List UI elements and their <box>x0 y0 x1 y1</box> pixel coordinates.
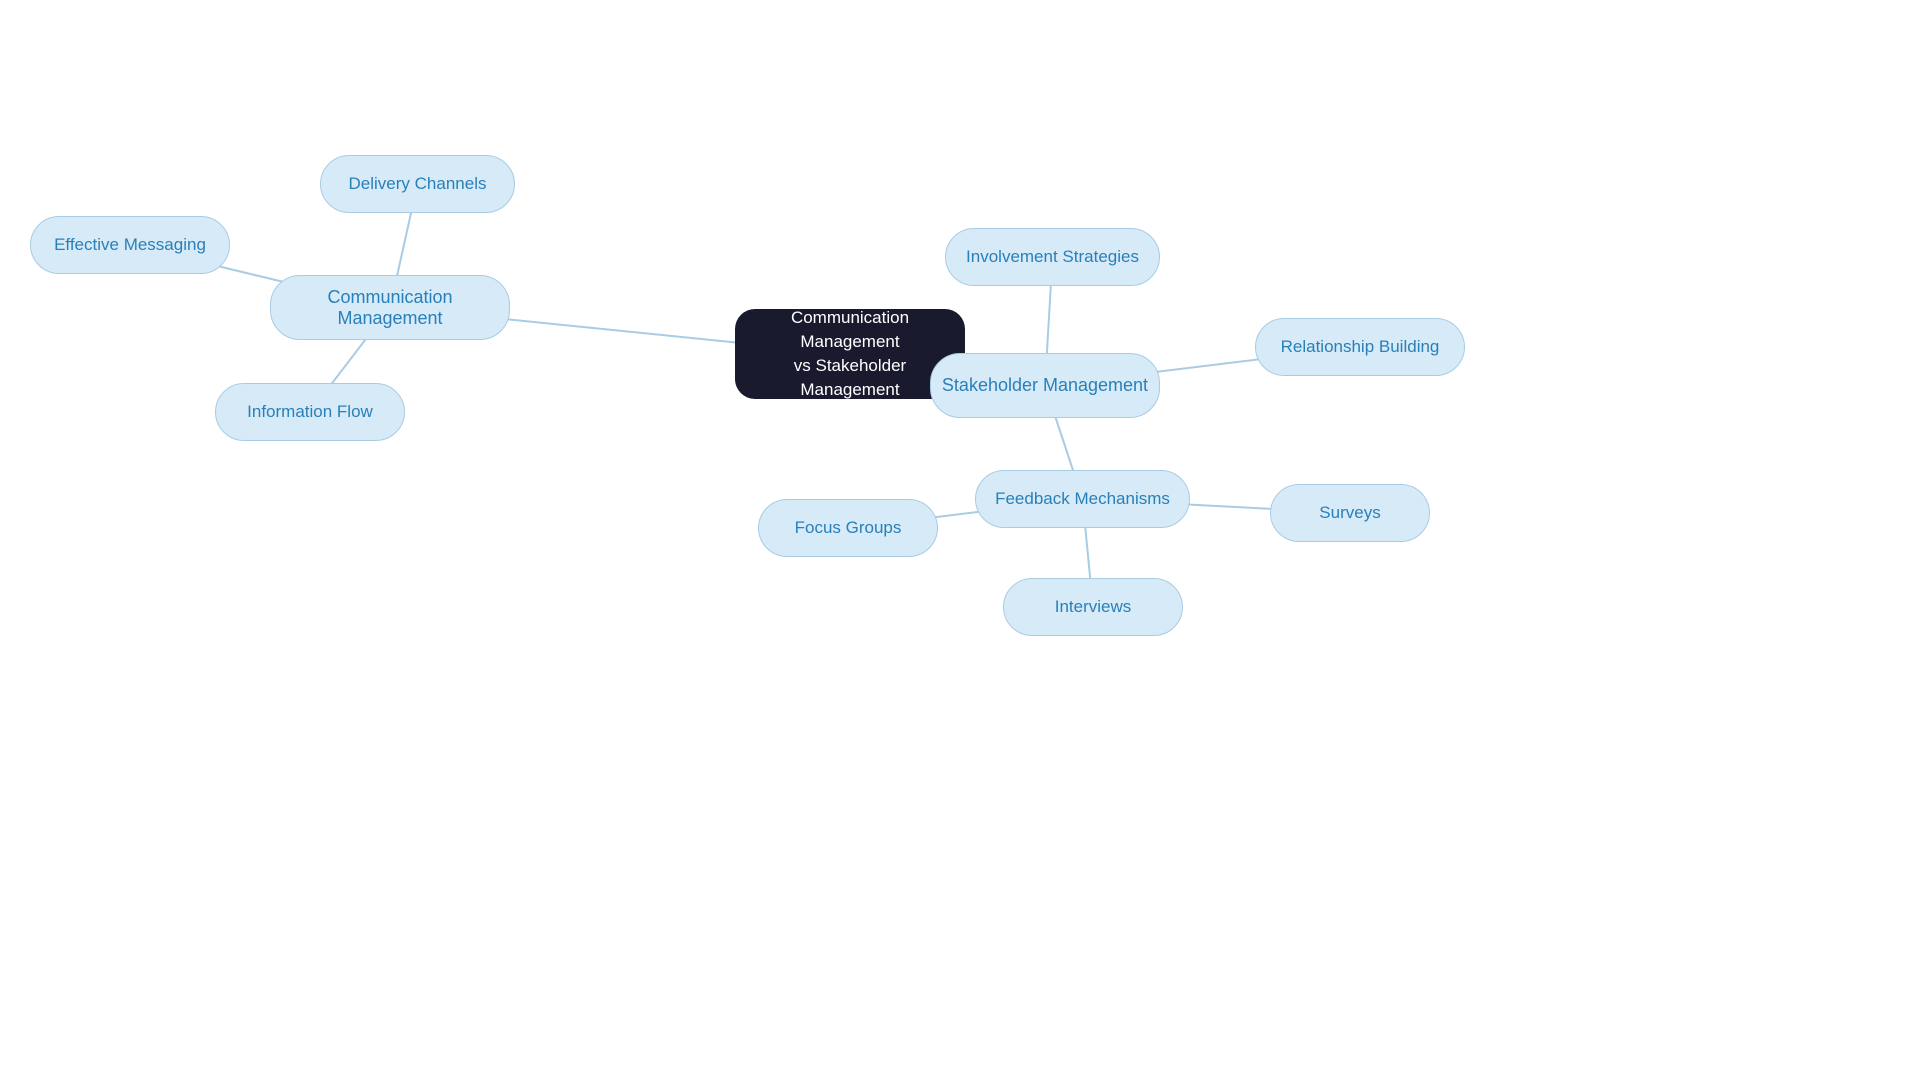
surveys-node[interactable]: Surveys <box>1270 484 1430 542</box>
feedback-label: Feedback Mechanisms <box>995 489 1170 509</box>
information-flow-node[interactable]: Information Flow <box>215 383 405 441</box>
info-flow-label: Information Flow <box>247 402 373 422</box>
interviews-label: Interviews <box>1055 597 1132 617</box>
stakeholder-management-node[interactable]: Stakeholder Management <box>930 353 1160 418</box>
interviews-node[interactable]: Interviews <box>1003 578 1183 636</box>
rel-build-label: Relationship Building <box>1281 337 1440 357</box>
effective-messaging-node[interactable]: Effective Messaging <box>30 216 230 274</box>
focus-groups-node[interactable]: Focus Groups <box>758 499 938 557</box>
eff-msg-label: Effective Messaging <box>54 235 206 255</box>
relationship-building-node[interactable]: Relationship Building <box>1255 318 1465 376</box>
involvement-strategies-node[interactable]: Involvement Strategies <box>945 228 1160 286</box>
delivery-channels-node[interactable]: Delivery Channels <box>320 155 515 213</box>
surveys-label: Surveys <box>1319 503 1380 523</box>
communication-management-node[interactable]: Communication Management <box>270 275 510 340</box>
focus-label: Focus Groups <box>795 518 902 538</box>
stake-mgmt-label: Stakeholder Management <box>932 375 1158 396</box>
involve-label: Involvement Strategies <box>966 247 1139 267</box>
feedback-mechanisms-node[interactable]: Feedback Mechanisms <box>975 470 1190 528</box>
comm-mgmt-label: Communication Management <box>271 287 509 329</box>
delivery-label: Delivery Channels <box>349 174 487 194</box>
